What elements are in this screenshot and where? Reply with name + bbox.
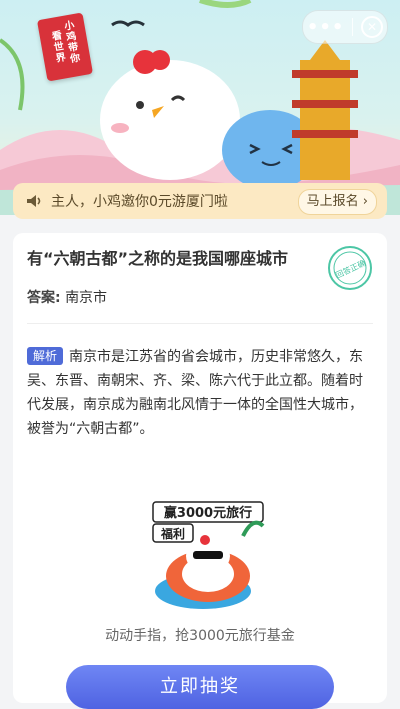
section-divider: [27, 323, 373, 324]
signup-button[interactable]: 马上报名 ›: [297, 189, 377, 215]
analysis-text: 南京市是江苏省的省会城市，历史非常悠久，东吴、东晋、南朝宋、齐、梁、陈六代于此立…: [27, 349, 364, 437]
analysis-badge: 解析: [27, 347, 64, 365]
notice-text: 主人，小鸡邀你0元游厦门啦: [51, 194, 228, 210]
stamp-text: 回答正确: [334, 258, 367, 281]
promo-caption: 动动手指，抢3000元旅行基金: [105, 628, 295, 644]
more-icon[interactable]: •••: [307, 17, 345, 38]
answer-row: 答案: 南京市: [27, 287, 107, 307]
miniprogram-capsule: ••• ✕: [302, 10, 388, 44]
promo-banner-line2: 福利: [160, 526, 185, 541]
question-title: 有“六朝古都”之称的是我国哪座城市: [27, 249, 289, 268]
promo-illustration[interactable]: 赢3000元旅行 福利: [133, 496, 283, 616]
analysis-section: 解析 南京市是江苏省的省会城市，历史非常悠久，东吴、东晋、南朝宋、齐、梁、陈六代于…: [27, 345, 373, 441]
answer-label: 答案:: [27, 290, 61, 306]
answer-value: 南京市: [65, 290, 108, 306]
promo-banner-line1: 赢3000元旅行: [164, 505, 252, 521]
capsule-divider: [352, 18, 354, 36]
correct-answer-stamp: 回答正确: [328, 246, 372, 290]
promo-notice-bar[interactable]: 主人，小鸡邀你0元游厦门啦 马上报名 ›: [13, 183, 387, 219]
close-icon[interactable]: ✕: [361, 16, 384, 38]
draw-lottery-button[interactable]: 立即抽奖: [66, 665, 334, 709]
speaker-icon: [27, 195, 41, 207]
quiz-card: 有“六朝古都”之称的是我国哪座城市 答案: 南京市 回答正确 解析 南京市是江苏省…: [13, 233, 387, 709]
